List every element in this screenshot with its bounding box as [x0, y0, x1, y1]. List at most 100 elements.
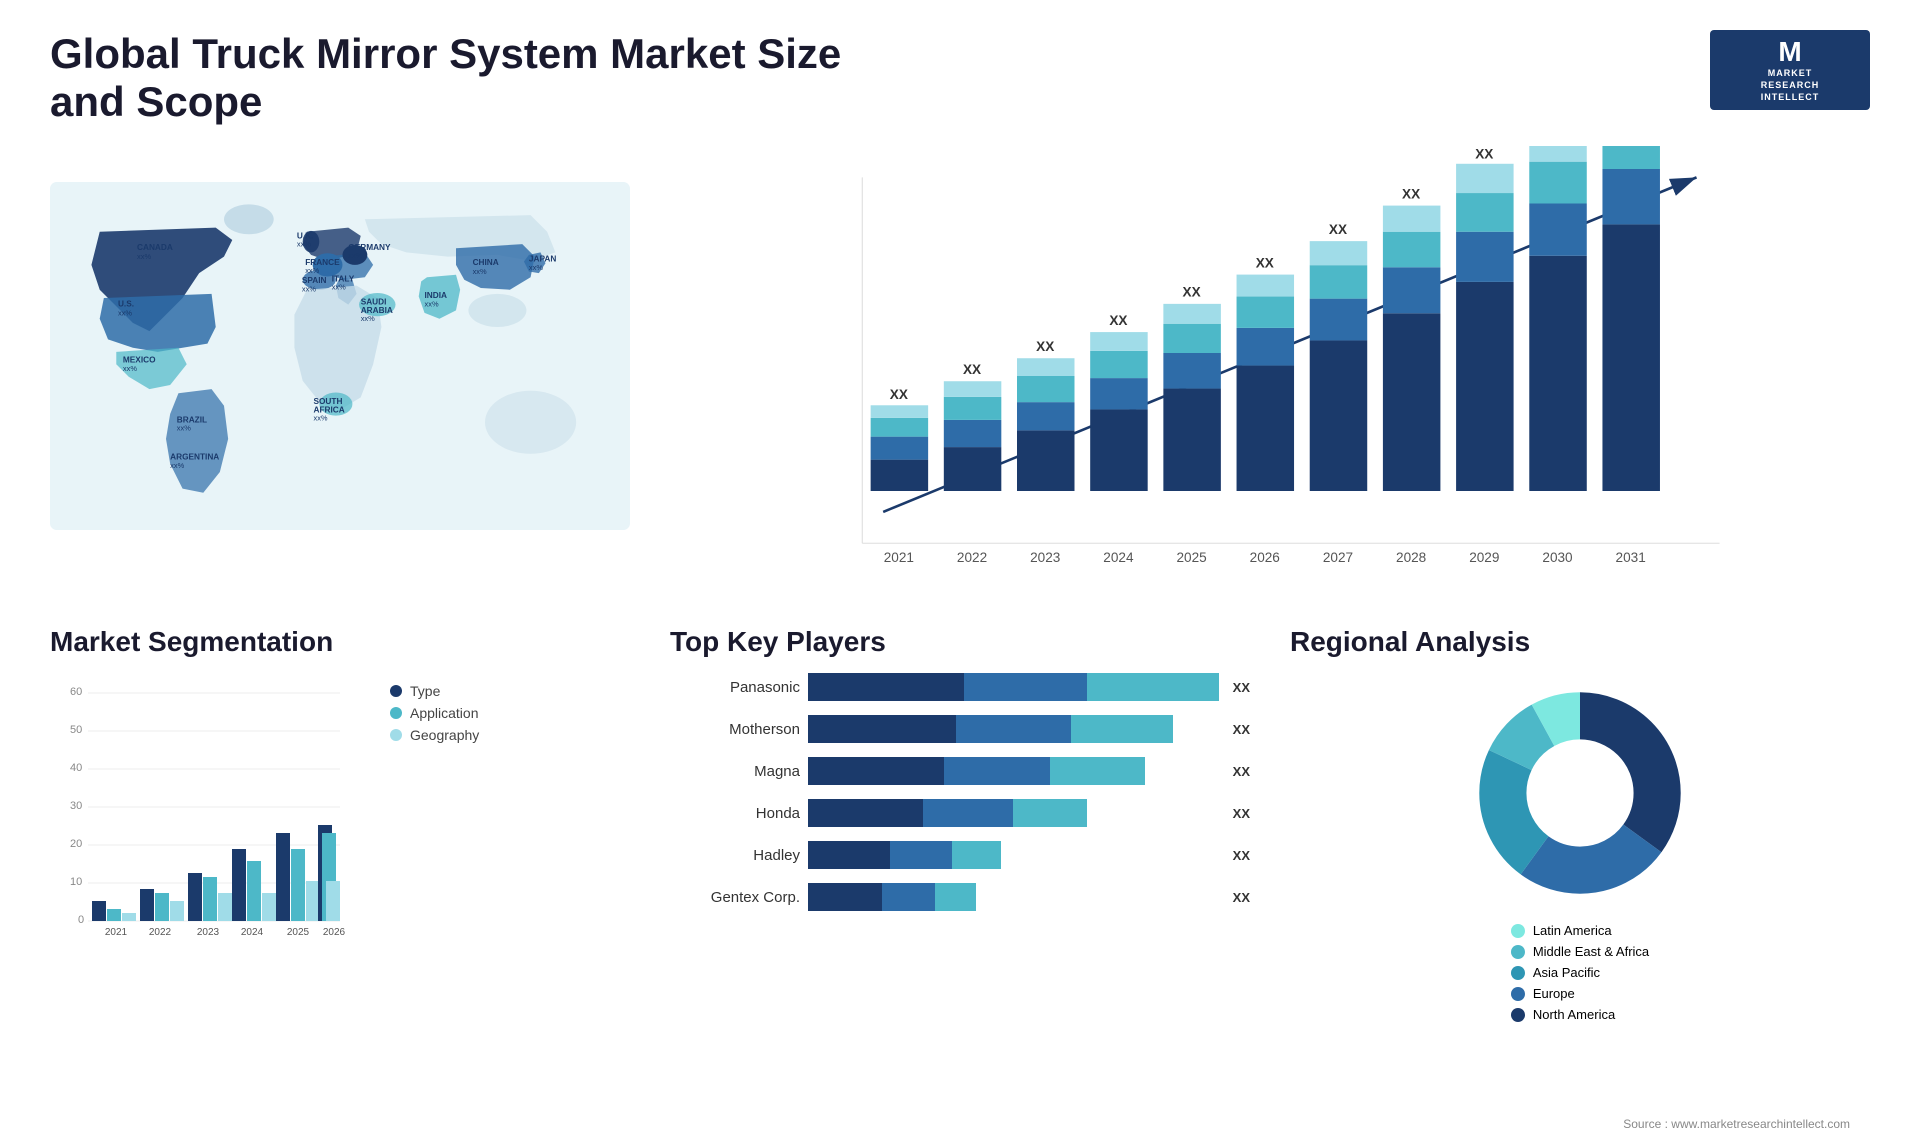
player-row-motherson: Motherson XX — [670, 715, 1250, 743]
middle-east-label: Middle East & Africa — [1533, 944, 1649, 959]
svg-text:XX: XX — [1109, 313, 1127, 328]
player-name-honda: Honda — [670, 805, 800, 822]
svg-text:XX: XX — [1183, 285, 1201, 300]
donut-legend: Latin America Middle East & Africa Asia … — [1511, 923, 1649, 1028]
player-row-honda: Honda XX — [670, 799, 1250, 827]
type-dot — [390, 685, 402, 697]
key-players-title: Top Key Players — [670, 626, 1250, 658]
svg-text:2026: 2026 — [1250, 550, 1280, 565]
player-value-gentex: XX — [1233, 890, 1250, 905]
geography-label: Geography — [410, 727, 479, 743]
player-bar-honda — [808, 799, 1219, 827]
svg-text:2024: 2024 — [1103, 550, 1134, 565]
player-value-magna: XX — [1233, 764, 1250, 779]
svg-text:2028: 2028 — [1396, 550, 1426, 565]
donut-container: Latin America Middle East & Africa Asia … — [1290, 673, 1870, 1028]
svg-text:CANADA: CANADA — [137, 243, 173, 252]
donut-chart — [1460, 673, 1700, 913]
svg-text:xx%: xx% — [305, 266, 319, 275]
legend-application: Application — [390, 705, 479, 721]
svg-text:XX: XX — [1256, 255, 1274, 270]
key-players-section: Top Key Players Panasonic XX Motherson — [650, 616, 1270, 1038]
asia-pacific-label: Asia Pacific — [1533, 965, 1600, 980]
player-name-magna: Magna — [670, 763, 800, 780]
segmentation-section: Market Segmentation 60 50 40 30 20 10 0 — [30, 616, 650, 1038]
application-label: Application — [410, 705, 479, 721]
svg-text:xx%: xx% — [170, 461, 184, 470]
svg-text:2029: 2029 — [1469, 550, 1499, 565]
player-bar-panasonic — [808, 673, 1219, 701]
world-map: CANADA xx% U.S. xx% MEXICO xx% BRAZIL xx… — [50, 146, 630, 566]
segmentation-title: Market Segmentation — [50, 626, 630, 658]
legend-latin-america: Latin America — [1511, 923, 1649, 938]
svg-text:2030: 2030 — [1542, 550, 1573, 565]
svg-text:2025: 2025 — [287, 927, 310, 938]
player-name-motherson: Motherson — [670, 721, 800, 738]
svg-text:30: 30 — [70, 800, 82, 812]
player-bar-magna — [808, 757, 1219, 785]
legend-geography: Geography — [390, 727, 479, 743]
type-label: Type — [410, 683, 440, 699]
middle-east-dot — [1511, 945, 1525, 959]
map-section: CANADA xx% U.S. xx% MEXICO xx% BRAZIL xx… — [30, 136, 650, 616]
svg-text:xx%: xx% — [332, 283, 346, 292]
application-dot — [390, 707, 402, 719]
source-text: Source : www.marketresearchintellect.com — [1573, 1112, 1900, 1136]
svg-text:xx%: xx% — [123, 364, 137, 373]
svg-text:2021: 2021 — [884, 550, 914, 565]
logo-text: MARKETRESEARCHINTELLECT — [1761, 68, 1820, 103]
svg-text:xx%: xx% — [529, 263, 543, 272]
svg-text:xx%: xx% — [118, 308, 132, 317]
svg-text:2025: 2025 — [1176, 550, 1206, 565]
players-chart: Panasonic XX Motherson — [670, 673, 1250, 911]
player-value-hadley: XX — [1233, 848, 1250, 863]
svg-text:CHINA: CHINA — [473, 258, 499, 267]
europe-label: Europe — [1533, 986, 1575, 1001]
svg-text:XX: XX — [1402, 186, 1420, 201]
svg-text:2021: 2021 — [105, 927, 128, 938]
player-name-panasonic: Panasonic — [670, 679, 800, 696]
svg-text:2027: 2027 — [1323, 550, 1353, 565]
svg-text:xx%: xx% — [473, 267, 487, 276]
svg-text:xx%: xx% — [137, 252, 151, 261]
segmentation-chart: 60 50 40 30 20 10 0 2021 — [50, 673, 370, 953]
svg-text:2022: 2022 — [957, 550, 987, 565]
legend-asia-pacific: Asia Pacific — [1511, 965, 1649, 980]
svg-text:xx%: xx% — [425, 299, 439, 308]
legend-europe: Europe — [1511, 986, 1649, 1001]
logo-area: Μ MARKETRESEARCHINTELLECT — [1710, 30, 1870, 110]
svg-text:xx%: xx% — [313, 414, 327, 423]
svg-text:2024: 2024 — [241, 927, 264, 938]
svg-text:40: 40 — [70, 762, 82, 774]
regional-section: Regional Analysis — [1270, 616, 1890, 1038]
svg-text:2031: 2031 — [1616, 550, 1646, 565]
main-content: CANADA xx% U.S. xx% MEXICO xx% BRAZIL xx… — [0, 136, 1920, 1038]
svg-text:xx%: xx% — [348, 251, 362, 260]
player-row-panasonic: Panasonic XX — [670, 673, 1250, 701]
europe-dot — [1511, 987, 1525, 1001]
svg-text:XX: XX — [963, 362, 981, 377]
svg-text:xx%: xx% — [177, 424, 191, 433]
svg-text:XX: XX — [1475, 147, 1493, 162]
player-value-honda: XX — [1233, 806, 1250, 821]
north-america-label: North America — [1533, 1007, 1615, 1022]
player-row-hadley: Hadley XX — [670, 841, 1250, 869]
logo-box: Μ MARKETRESEARCHINTELLECT — [1710, 30, 1870, 110]
asia-pacific-dot — [1511, 966, 1525, 980]
svg-text:XX: XX — [1329, 222, 1347, 237]
latin-america-label: Latin America — [1533, 923, 1612, 938]
player-bar-gentex — [808, 883, 1219, 911]
svg-text:xx%: xx% — [297, 240, 311, 249]
player-value-motherson: XX — [1233, 722, 1250, 737]
geography-dot — [390, 729, 402, 741]
north-america-dot — [1511, 1008, 1525, 1022]
legend-north-america: North America — [1511, 1007, 1649, 1022]
svg-text:20: 20 — [70, 838, 82, 850]
player-bar-motherson — [808, 715, 1219, 743]
svg-text:2023: 2023 — [197, 927, 220, 938]
player-row-gentex: Gentex Corp. XX — [670, 883, 1250, 911]
segmentation-legend: Type Application Geography — [390, 683, 479, 743]
header: Global Truck Mirror System Market Size a… — [0, 0, 1920, 136]
svg-text:2022: 2022 — [149, 927, 172, 938]
svg-text:60: 60 — [70, 686, 82, 698]
